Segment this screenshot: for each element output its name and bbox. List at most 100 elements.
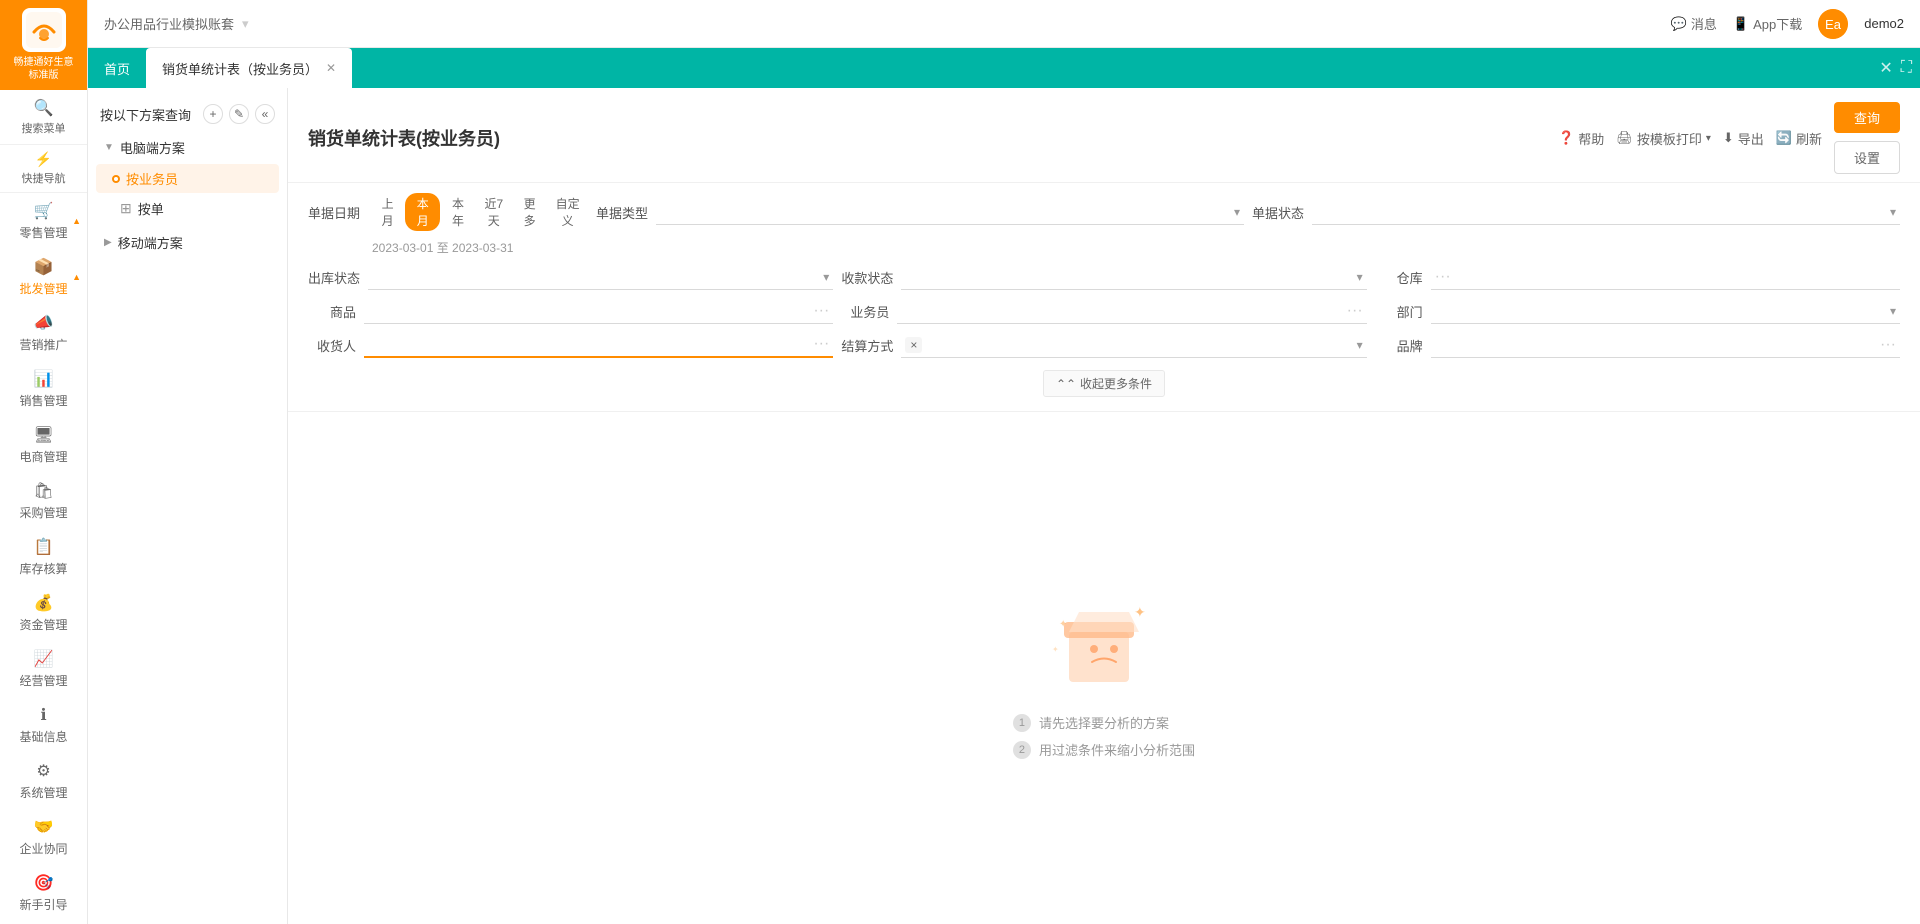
edit-icon: ✎ bbox=[234, 107, 244, 121]
warehouse-dots: ··· bbox=[1435, 268, 1451, 286]
docstatus-label: 单据状态 bbox=[1252, 203, 1312, 222]
export-icon: ⬇ bbox=[1723, 130, 1734, 146]
tree-child-salesperson[interactable]: 按业务员 bbox=[96, 164, 279, 193]
svg-text:Ea: Ea bbox=[1825, 17, 1842, 32]
finance-icon: 💰 bbox=[34, 593, 54, 613]
payment-tag-x[interactable]: × bbox=[910, 338, 917, 352]
salesperson-label: 业务员 bbox=[841, 302, 897, 321]
sidebar-item-enterprise[interactable]: 🤝 企业协同 bbox=[0, 809, 87, 865]
sidebar-item-newbie-label: 新手引导 bbox=[19, 896, 67, 913]
sidebar-item-finance[interactable]: 💰 资金管理 bbox=[0, 585, 87, 641]
outstatus-label: 出库状态 bbox=[308, 268, 368, 287]
help-button[interactable]: ❓ 帮助 bbox=[1558, 129, 1604, 148]
brand-label: 品牌 bbox=[1375, 336, 1431, 355]
add-scheme-button[interactable]: + bbox=[203, 104, 223, 124]
tree-item-mobile[interactable]: ▶ 移动端方案 bbox=[88, 227, 287, 258]
svg-text:✦: ✦ bbox=[1052, 645, 1059, 654]
basic-icon: ℹ bbox=[40, 705, 46, 725]
sidebar-item-newbie[interactable]: 🎯 新手引导 bbox=[0, 865, 87, 921]
docstatus-select[interactable]: ▾ bbox=[1312, 199, 1900, 225]
filter-cell-payment: 结算方式 × ▾ bbox=[841, 332, 1366, 358]
app-download-button[interactable]: 📱 App下载 bbox=[1733, 14, 1802, 33]
help-icon: ❓ bbox=[1558, 130, 1574, 146]
receiptstatus-select[interactable]: ▾ bbox=[901, 264, 1366, 290]
app-download-icon: 📱 bbox=[1733, 16, 1749, 32]
tree-expand-arrow-desktop: ▼ bbox=[104, 142, 114, 153]
query-button[interactable]: 查询 bbox=[1834, 102, 1900, 133]
tree-child-order[interactable]: ⊞ 按单 bbox=[96, 194, 279, 223]
date-btn-this-month[interactable]: 本月 bbox=[405, 193, 440, 231]
outstatus-select[interactable]: ▾ bbox=[368, 264, 833, 290]
consignee-label: 收货人 bbox=[308, 336, 364, 355]
empty-state: ✦ ✦ ✦ 1 请先选择要分析的方案 2 用过滤条件来缩小分析范围 bbox=[288, 412, 1920, 924]
payment-select[interactable]: × ▾ bbox=[901, 332, 1366, 358]
svg-text:✦: ✦ bbox=[1059, 619, 1067, 630]
sidebar-item-marketing[interactable]: 📣 营销推广 bbox=[0, 305, 87, 361]
tab-close-icon[interactable]: ✕ bbox=[326, 61, 336, 75]
consignee-dots: ··· bbox=[813, 335, 829, 353]
sidebar-item-operations[interactable]: 📈 经营管理 bbox=[0, 641, 87, 697]
sidebar-item-wholesale[interactable]: 📦 批发管理 bbox=[0, 249, 87, 305]
date-btn-more[interactable]: 更多 bbox=[514, 194, 545, 230]
collapse-button[interactable]: ⌃⌃ 收起更多条件 bbox=[1043, 370, 1165, 397]
date-btn-last-month[interactable]: 上月 bbox=[372, 194, 403, 230]
sidebar-item-sales[interactable]: 📊 销售管理 bbox=[0, 361, 87, 417]
tab-home[interactable]: 首页 bbox=[88, 48, 146, 88]
quick-nav-item[interactable]: ⚡ 快捷导航 bbox=[0, 145, 87, 193]
edit-scheme-button[interactable]: ✎ bbox=[229, 104, 249, 124]
dept-select[interactable]: ▾ bbox=[1431, 298, 1900, 324]
doctype-select[interactable]: ▾ bbox=[656, 199, 1244, 225]
collapse-panel-button[interactable]: « bbox=[255, 104, 275, 124]
consignee-input[interactable]: ··· bbox=[364, 332, 833, 358]
export-button[interactable]: ⬇ 导出 bbox=[1723, 129, 1764, 148]
payment-arrow-icon: ▾ bbox=[1357, 338, 1363, 352]
sidebar-item-purchase[interactable]: 🛍 采购管理 bbox=[0, 473, 87, 529]
search-menu-item[interactable]: 🔍 搜索菜单 bbox=[0, 90, 87, 145]
tabbar: 首页 销货单统计表（按业务员） ✕ ✕ ⛶ bbox=[88, 48, 1920, 88]
warehouse-label: 仓库 bbox=[1375, 268, 1431, 287]
filter-cell-docstatus: 单据状态 ▾ bbox=[1252, 199, 1900, 225]
sidebar-item-ecommerce[interactable]: 🖥 电商管理 bbox=[0, 417, 87, 473]
salesperson-input[interactable]: ··· bbox=[897, 298, 1366, 324]
receiptstatus-arrow-icon: ▾ bbox=[1357, 270, 1363, 284]
sidebar-item-system[interactable]: ⚙ 系统管理 bbox=[0, 753, 87, 809]
warehouse-input[interactable]: ··· bbox=[1431, 264, 1900, 290]
settings-button[interactable]: 设置 bbox=[1834, 141, 1900, 174]
refresh-button[interactable]: 🔄 刷新 bbox=[1776, 129, 1822, 148]
search-menu-label: 搜索菜单 bbox=[22, 120, 66, 136]
sidebar-item-inventory[interactable]: 📋 库存核算 bbox=[0, 529, 87, 585]
date-btn-custom[interactable]: 自定义 bbox=[547, 194, 588, 230]
tab-home-label: 首页 bbox=[104, 59, 130, 78]
tab-close-window-icon[interactable]: ✕ bbox=[1879, 58, 1892, 78]
tab-sales-stats[interactable]: 销货单统计表（按业务员） ✕ bbox=[146, 48, 352, 88]
filter-cell-dept: 部门 ▾ bbox=[1375, 298, 1900, 324]
filter-row-4: 收货人 ··· 结算方式 × ▾ bbox=[308, 332, 1900, 358]
topbar-right: 💬 消息 📱 App下载 Ea demo2 bbox=[1671, 9, 1904, 39]
sidebar-item-basic[interactable]: ℹ 基础信息 bbox=[0, 697, 87, 753]
collapse-label: 收起更多条件 bbox=[1080, 375, 1152, 392]
inventory-icon: 📋 bbox=[34, 537, 54, 557]
date-btn-7days[interactable]: 近7天 bbox=[476, 194, 513, 230]
tabbar-right: ✕ ⛶ bbox=[1879, 58, 1920, 78]
filter-row-1: 单据日期 上月 本月 本年 近7天 更多 自定义 单据类型 bbox=[308, 193, 1900, 231]
payment-label: 结算方式 bbox=[841, 336, 901, 355]
avatar[interactable]: Ea bbox=[1818, 9, 1848, 39]
username-label[interactable]: demo2 bbox=[1864, 16, 1904, 31]
refresh-icon: 🔄 bbox=[1776, 130, 1792, 146]
wholesale-icon: 📦 bbox=[34, 257, 54, 277]
retail-icon: 🛒 bbox=[34, 201, 54, 221]
brand-input[interactable]: ··· bbox=[1431, 332, 1900, 358]
goods-input[interactable]: ··· bbox=[364, 298, 833, 324]
tree-item-desktop[interactable]: ▼ 电脑端方案 bbox=[88, 132, 287, 163]
date-btn-this-year[interactable]: 本年 bbox=[442, 194, 473, 230]
tree-item-mobile-label: 移动端方案 bbox=[118, 233, 183, 252]
tab-maximize-icon[interactable]: ⛶ bbox=[1901, 59, 1912, 77]
print-button[interactable]: 🖨 按模板打印 ▾ bbox=[1616, 129, 1711, 148]
message-button[interactable]: 💬 消息 bbox=[1671, 14, 1717, 33]
sidebar-item-retail[interactable]: 🛒 零售管理 bbox=[0, 193, 87, 249]
date-controls: 上月 本月 本年 近7天 更多 自定义 bbox=[372, 193, 588, 231]
sales-icon: 📊 bbox=[34, 369, 54, 389]
right-panel: 销货单统计表(按业务员) ❓ 帮助 🖨 按模板打印 ▾ ⬇ 导出 bbox=[288, 88, 1920, 924]
empty-illustration: ✦ ✦ ✦ bbox=[1044, 577, 1164, 697]
sidebar-item-system-label: 系统管理 bbox=[19, 784, 67, 801]
